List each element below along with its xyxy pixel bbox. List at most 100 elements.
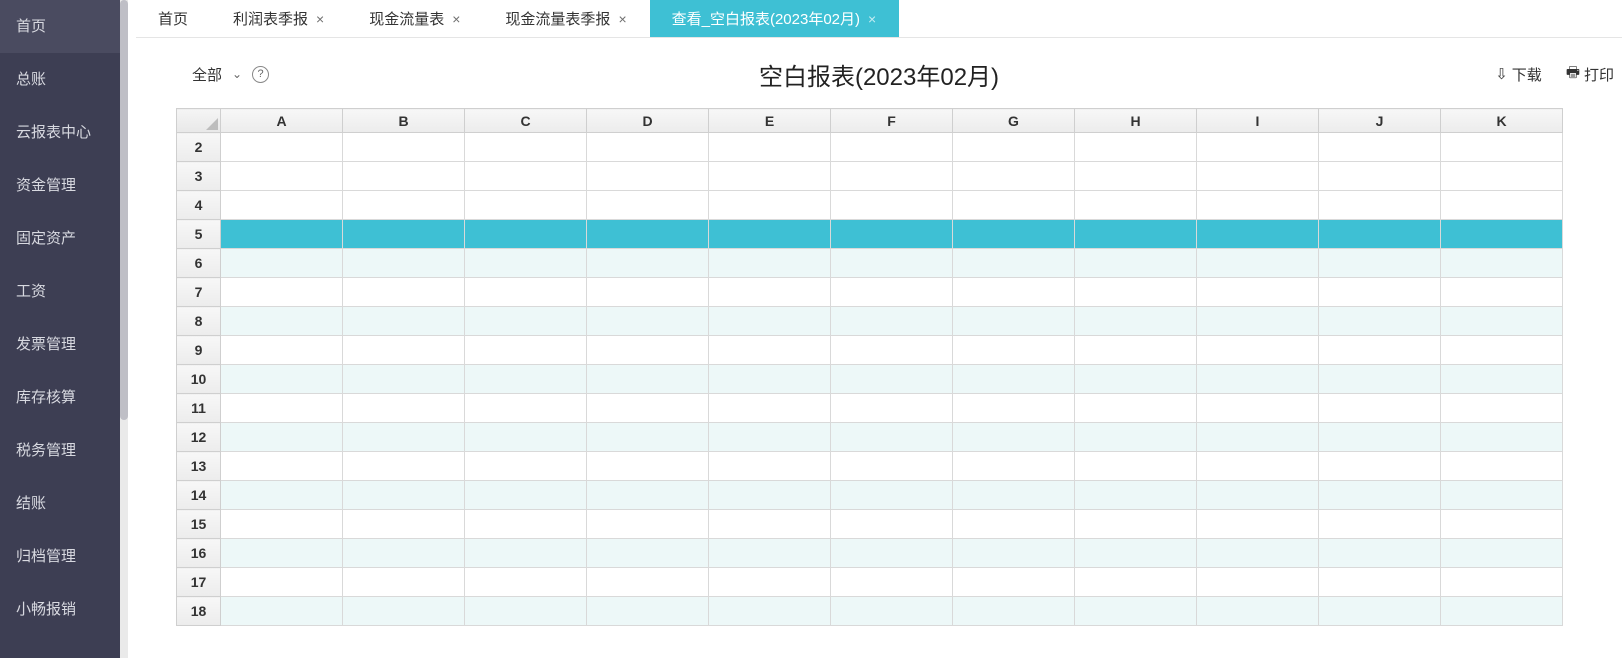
row-header-16[interactable]: 16 (177, 539, 221, 568)
cell-H5[interactable] (1075, 220, 1197, 249)
cell-G18[interactable] (953, 597, 1075, 626)
row-header-8[interactable]: 8 (177, 307, 221, 336)
cell-D9[interactable] (587, 336, 709, 365)
cell-F10[interactable] (831, 365, 953, 394)
cell-I3[interactable] (1197, 162, 1319, 191)
cell-D2[interactable] (587, 133, 709, 162)
cell-K17[interactable] (1441, 568, 1563, 597)
cell-B13[interactable] (343, 452, 465, 481)
sidebar-item-7[interactable]: 库存核算 (0, 371, 128, 424)
cell-D17[interactable] (587, 568, 709, 597)
cell-G4[interactable] (953, 191, 1075, 220)
cell-E16[interactable] (709, 539, 831, 568)
cell-I4[interactable] (1197, 191, 1319, 220)
column-header-E[interactable]: E (709, 109, 831, 133)
cell-H7[interactable] (1075, 278, 1197, 307)
cell-C15[interactable] (465, 510, 587, 539)
cell-C2[interactable] (465, 133, 587, 162)
cell-I18[interactable] (1197, 597, 1319, 626)
close-icon[interactable]: × (868, 11, 876, 27)
cell-I16[interactable] (1197, 539, 1319, 568)
cell-H15[interactable] (1075, 510, 1197, 539)
cell-H14[interactable] (1075, 481, 1197, 510)
cell-A9[interactable] (221, 336, 343, 365)
cell-I5[interactable] (1197, 220, 1319, 249)
column-header-D[interactable]: D (587, 109, 709, 133)
cell-D11[interactable] (587, 394, 709, 423)
cell-G16[interactable] (953, 539, 1075, 568)
cell-G5[interactable] (953, 220, 1075, 249)
sidebar-item-8[interactable]: 税务管理 (0, 424, 128, 477)
cell-J4[interactable] (1319, 191, 1441, 220)
cell-E14[interactable] (709, 481, 831, 510)
cell-E12[interactable] (709, 423, 831, 452)
cell-G7[interactable] (953, 278, 1075, 307)
cell-B3[interactable] (343, 162, 465, 191)
sidebar-item-11[interactable]: 小畅报销 (0, 583, 128, 636)
cell-F17[interactable] (831, 568, 953, 597)
sheet-corner[interactable] (177, 109, 221, 133)
cell-K5[interactable] (1441, 220, 1563, 249)
cell-A2[interactable] (221, 133, 343, 162)
cell-K11[interactable] (1441, 394, 1563, 423)
cell-A4[interactable] (221, 191, 343, 220)
cell-K2[interactable] (1441, 133, 1563, 162)
column-header-B[interactable]: B (343, 109, 465, 133)
cell-J6[interactable] (1319, 249, 1441, 278)
close-icon[interactable]: × (618, 11, 626, 27)
cell-D14[interactable] (587, 481, 709, 510)
column-header-A[interactable]: A (221, 109, 343, 133)
sidebar-item-10[interactable]: 归档管理 (0, 530, 128, 583)
cell-I9[interactable] (1197, 336, 1319, 365)
sidebar-item-9[interactable]: 结账 (0, 477, 128, 530)
cell-A14[interactable] (221, 481, 343, 510)
cell-I11[interactable] (1197, 394, 1319, 423)
help-icon[interactable]: ? (252, 66, 269, 83)
cell-F16[interactable] (831, 539, 953, 568)
cell-A12[interactable] (221, 423, 343, 452)
cell-I12[interactable] (1197, 423, 1319, 452)
cell-K15[interactable] (1441, 510, 1563, 539)
cell-H6[interactable] (1075, 249, 1197, 278)
sidebar-item-2[interactable]: 云报表中心 (0, 106, 128, 159)
cell-K6[interactable] (1441, 249, 1563, 278)
cell-F4[interactable] (831, 191, 953, 220)
cell-F2[interactable] (831, 133, 953, 162)
cell-D5[interactable] (587, 220, 709, 249)
cell-B8[interactable] (343, 307, 465, 336)
cell-K7[interactable] (1441, 278, 1563, 307)
cell-H17[interactable] (1075, 568, 1197, 597)
cell-F14[interactable] (831, 481, 953, 510)
sidebar-item-3[interactable]: 资金管理 (0, 159, 128, 212)
cell-B6[interactable] (343, 249, 465, 278)
cell-I8[interactable] (1197, 307, 1319, 336)
cell-A16[interactable] (221, 539, 343, 568)
cell-G17[interactable] (953, 568, 1075, 597)
row-header-7[interactable]: 7 (177, 278, 221, 307)
cell-G11[interactable] (953, 394, 1075, 423)
cell-A10[interactable] (221, 365, 343, 394)
tab-4[interactable]: 查看_空白报表(2023年02月)× (650, 0, 900, 37)
cell-J5[interactable] (1319, 220, 1441, 249)
cell-B2[interactable] (343, 133, 465, 162)
cell-C9[interactable] (465, 336, 587, 365)
cell-B12[interactable] (343, 423, 465, 452)
column-header-G[interactable]: G (953, 109, 1075, 133)
cell-I14[interactable] (1197, 481, 1319, 510)
cell-C10[interactable] (465, 365, 587, 394)
cell-F8[interactable] (831, 307, 953, 336)
cell-C3[interactable] (465, 162, 587, 191)
cell-B9[interactable] (343, 336, 465, 365)
cell-K18[interactable] (1441, 597, 1563, 626)
cell-G9[interactable] (953, 336, 1075, 365)
cell-I6[interactable] (1197, 249, 1319, 278)
cell-G10[interactable] (953, 365, 1075, 394)
cell-J7[interactable] (1319, 278, 1441, 307)
cell-J14[interactable] (1319, 481, 1441, 510)
row-header-15[interactable]: 15 (177, 510, 221, 539)
cell-A15[interactable] (221, 510, 343, 539)
cell-J17[interactable] (1319, 568, 1441, 597)
tab-3[interactable]: 现金流量表季报× (483, 0, 649, 37)
cell-F11[interactable] (831, 394, 953, 423)
cell-J16[interactable] (1319, 539, 1441, 568)
